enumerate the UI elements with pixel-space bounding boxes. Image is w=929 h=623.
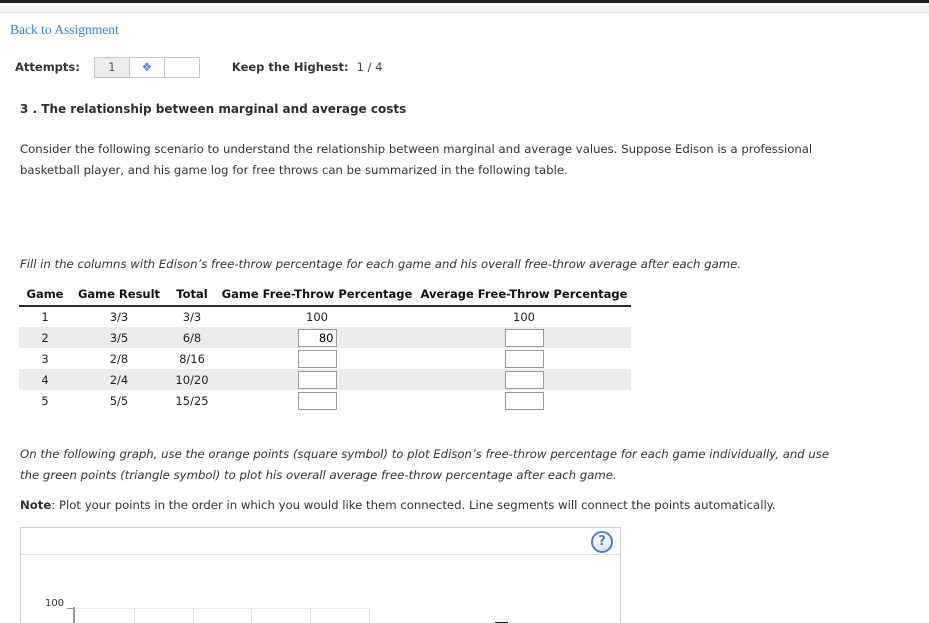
back-to-assignment-link[interactable]: Back to Assignment [10, 22, 119, 37]
cell-total: 10/20 [167, 369, 217, 390]
table-row: 3 2/8 8/16 [19, 348, 631, 369]
table-row: 5 5/5 15/25 [19, 390, 631, 411]
cell-game: 2 [19, 327, 71, 348]
table-row: 1 3/3 3/3 100 100 [19, 306, 631, 327]
gridline-vertical [369, 608, 370, 623]
gridline-vertical [193, 608, 194, 623]
graph-tool-panel: ? 100 [20, 527, 621, 623]
y-axis-label-100: 100 [45, 598, 65, 609]
table-row: 2 3/5 6/8 [19, 327, 631, 348]
cell-total: 3/3 [182, 310, 202, 324]
table-header-row: Game Game Result Total Game Free-Throw P… [19, 284, 631, 307]
cell-game: 1 [41, 310, 49, 324]
game-pct-input-row5[interactable] [297, 391, 337, 410]
attempts-empty-box [163, 56, 200, 78]
keep-highest-value: 1 / 4 [356, 60, 383, 74]
gridline-vertical [134, 608, 135, 623]
game-pct-input-row3[interactable] [297, 349, 337, 368]
note-label: Note [20, 498, 52, 512]
cell-game: 4 [19, 369, 71, 390]
attempts-count-box: 1 [93, 56, 130, 78]
attempts-label: Attempts: [15, 60, 80, 74]
cell-game-pct-static: 100 [306, 310, 328, 324]
cell-total: 6/8 [167, 327, 217, 348]
cell-result: 3/3 [109, 310, 129, 324]
col-header-game: Game [19, 284, 71, 307]
question-intro-text: Consider the following scenario to under… [20, 142, 813, 177]
cell-total: 15/25 [175, 393, 209, 408]
plot-instruction-text: On the following graph, use the orange p… [20, 447, 830, 482]
graph-toolbar: ? [21, 528, 620, 555]
attempts-bar: Attempts: 1 ❖ Keep the Highest: 1 / 4 [15, 56, 929, 78]
table-row: 4 2/4 10/20 [19, 369, 631, 390]
avg-pct-input-row5[interactable] [504, 391, 544, 410]
y-axis-line [73, 607, 75, 623]
diamond-score-icon: ❖ [141, 60, 153, 74]
note-body: : Plot your points in the order in which… [51, 498, 776, 512]
col-header-game-ft-pct: Game Free-Throw Percentage [217, 284, 417, 307]
cell-total: 8/16 [179, 351, 205, 366]
question-title: 3 . The relationship between marginal an… [20, 102, 407, 116]
cell-result: 2/8 [109, 351, 129, 366]
note-text: Note: Plot your points in the order in w… [20, 498, 929, 512]
col-header-game-result: Game Result [71, 284, 167, 307]
attempts-score-box: ❖ [128, 56, 165, 78]
fill-instruction-text: Fill in the columns with Edison’s free-t… [20, 257, 742, 271]
cell-result: 5/5 [109, 393, 129, 408]
avg-pct-input-row2[interactable] [504, 328, 544, 347]
col-header-avg-ft-pct: Average Free-Throw Percentage [417, 284, 631, 307]
keep-highest-label: Keep the Highest: [231, 60, 349, 74]
secondary-header-bar [0, 3, 929, 13]
game-pct-input-row2[interactable] [297, 328, 337, 347]
gridline-vertical [251, 608, 252, 623]
free-throw-table: Game Game Result Total Game Free-Throw P… [19, 284, 631, 411]
cell-avg-pct-static: 100 [513, 310, 535, 324]
game-pct-input-row4[interactable] [297, 370, 337, 389]
cell-result: 3/5 [71, 327, 167, 348]
help-icon[interactable]: ? [591, 531, 613, 553]
col-header-total: Total [167, 284, 217, 307]
cell-game: 3 [41, 351, 49, 366]
avg-pct-input-row3[interactable] [504, 349, 544, 368]
gridline-vertical [310, 608, 311, 623]
cell-result: 2/4 [71, 369, 167, 390]
gridline-horizontal [76, 608, 371, 609]
cell-game: 5 [41, 393, 49, 408]
avg-pct-input-row4[interactable] [504, 370, 544, 389]
